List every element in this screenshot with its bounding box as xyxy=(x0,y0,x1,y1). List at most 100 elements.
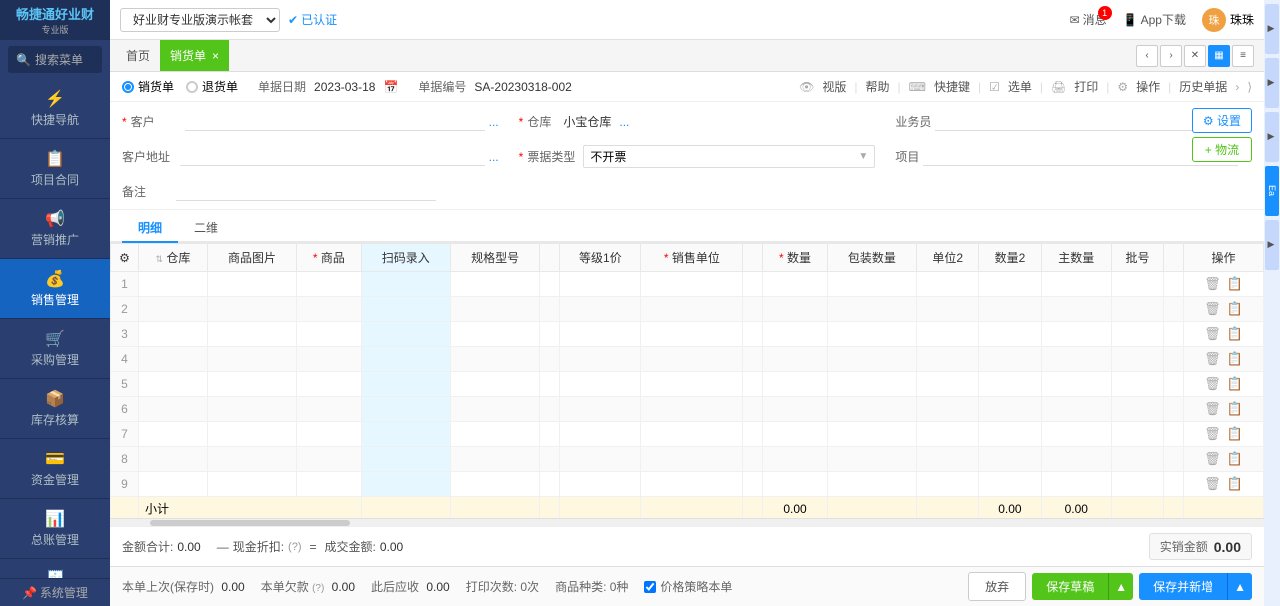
cell-qty2[interactable] xyxy=(979,447,1041,472)
row-delete-btn[interactable]: 🗑 xyxy=(1203,425,1222,443)
row-delete-btn[interactable]: 🗑 xyxy=(1203,450,1222,468)
cell-product[interactable] xyxy=(297,472,361,497)
project-input[interactable] xyxy=(923,147,1238,166)
cell-pkg-qty[interactable] xyxy=(827,472,916,497)
cell-spec[interactable] xyxy=(450,397,539,422)
row-delete-btn[interactable]: 🗑 xyxy=(1203,300,1222,318)
cell-scan[interactable] xyxy=(361,447,450,472)
cell-price[interactable] xyxy=(560,372,641,397)
cell-scan[interactable] xyxy=(361,372,450,397)
address-input[interactable] xyxy=(180,147,485,166)
row-delete-btn[interactable]: 🗑 xyxy=(1203,275,1222,293)
cell-price[interactable] xyxy=(560,347,641,372)
cell-main-qty[interactable] xyxy=(1041,272,1112,297)
cell-spec[interactable] xyxy=(450,272,539,297)
cell-main-qty[interactable] xyxy=(1041,322,1112,347)
cell-spec[interactable] xyxy=(450,472,539,497)
cell-spec[interactable] xyxy=(450,297,539,322)
cell-scan[interactable] xyxy=(361,347,450,372)
cell-warehouse[interactable] xyxy=(139,272,208,297)
row-copy-btn[interactable]: 📋 xyxy=(1226,325,1244,343)
tab-sales-order[interactable]: 销货单 × xyxy=(160,40,229,71)
cell-batch[interactable] xyxy=(1112,472,1164,497)
cell-pkg-qty[interactable] xyxy=(827,372,916,397)
row-delete-btn[interactable]: 🗑 xyxy=(1203,400,1222,418)
company-selector[interactable]: 好业财专业版演示帐套 xyxy=(120,8,280,32)
radio-return[interactable]: 退货单 xyxy=(186,78,238,95)
cell-qty[interactable] xyxy=(763,322,827,347)
cell-warehouse[interactable] xyxy=(139,472,208,497)
cell-qty[interactable] xyxy=(763,397,827,422)
row-copy-btn[interactable]: 📋 xyxy=(1226,450,1244,468)
cell-qty2[interactable] xyxy=(979,472,1041,497)
price-check-checkbox[interactable] xyxy=(644,581,656,593)
cell-scan[interactable] xyxy=(361,397,450,422)
cell-warehouse[interactable] xyxy=(139,447,208,472)
cell-unit[interactable] xyxy=(641,272,743,297)
cell-warehouse[interactable] xyxy=(139,347,208,372)
cell-warehouse[interactable] xyxy=(139,322,208,347)
sidebar-bottom[interactable]: 📌 系统管理 xyxy=(0,578,110,606)
customer-dots[interactable]: ... xyxy=(489,115,499,129)
tab-prev-btn[interactable]: ‹ xyxy=(1136,45,1158,67)
cell-unit[interactable] xyxy=(641,422,743,447)
tab-detail-ertai[interactable]: 二维 xyxy=(178,214,234,241)
cell-scan[interactable] xyxy=(361,472,450,497)
cell-warehouse[interactable] xyxy=(139,372,208,397)
right-panel-btn-1[interactable]: ▶ xyxy=(1265,4,1279,54)
tab-grid-btn[interactable]: ▦ xyxy=(1208,45,1230,67)
right-panel-btn-active[interactable]: Ea xyxy=(1265,166,1279,216)
cell-spec[interactable] xyxy=(450,422,539,447)
customer-input[interactable] xyxy=(185,112,485,131)
th-settings[interactable]: ⚙ xyxy=(111,244,139,272)
cell-product[interactable] xyxy=(297,447,361,472)
cell-batch[interactable] xyxy=(1112,397,1164,422)
remark-input[interactable] xyxy=(176,182,436,201)
cell-pkg-qty[interactable] xyxy=(827,322,916,347)
cell-batch[interactable] xyxy=(1112,372,1164,397)
cell-main-qty[interactable] xyxy=(1041,422,1112,447)
cell-batch[interactable] xyxy=(1112,347,1164,372)
cell-qty2[interactable] xyxy=(979,272,1041,297)
cell-spec[interactable] xyxy=(450,347,539,372)
operate-btn[interactable]: 操作 xyxy=(1136,78,1160,95)
cell-unit[interactable] xyxy=(641,322,743,347)
cell-product[interactable] xyxy=(297,347,361,372)
cell-price[interactable] xyxy=(560,447,641,472)
cell-price[interactable] xyxy=(560,272,641,297)
cell-main-qty[interactable] xyxy=(1041,347,1112,372)
cell-qty2[interactable] xyxy=(979,347,1041,372)
cell-product[interactable] xyxy=(297,422,361,447)
cell-main-qty[interactable] xyxy=(1041,372,1112,397)
ticket-select[interactable]: 不开票 ▼ xyxy=(583,145,875,168)
cell-product[interactable] xyxy=(297,372,361,397)
sidebar-search-container[interactable]: 🔍 搜索菜单 xyxy=(0,40,110,79)
cell-qty[interactable] xyxy=(763,347,827,372)
cell-main-qty[interactable] xyxy=(1041,447,1112,472)
cell-product[interactable] xyxy=(297,397,361,422)
cell-product[interactable] xyxy=(297,322,361,347)
address-dots[interactable]: ... xyxy=(489,150,499,164)
settings-btn[interactable]: ⚙ 设置 xyxy=(1192,108,1252,133)
sidebar-item-quick[interactable]: ⚡ 快捷导航 xyxy=(0,79,110,139)
cell-scan[interactable] xyxy=(361,322,450,347)
cell-qty[interactable] xyxy=(763,272,827,297)
row-delete-btn[interactable]: 🗑 xyxy=(1203,375,1222,393)
cell-spec[interactable] xyxy=(450,447,539,472)
app-download-btn[interactable]: 📱 App下载 xyxy=(1123,11,1186,28)
cell-price[interactable] xyxy=(560,472,641,497)
help-btn[interactable]: 帮助 xyxy=(866,78,890,95)
sidebar-item-invoice[interactable]: 🧾 发票管理 xyxy=(0,559,110,578)
tab-list-btn[interactable]: ≡ xyxy=(1232,45,1254,67)
sidebar-item-marketing[interactable]: 📢 营销推广 xyxy=(0,199,110,259)
message-btn[interactable]: ✉ 消息 1 xyxy=(1070,11,1107,28)
cell-warehouse[interactable] xyxy=(139,422,208,447)
print-btn[interactable]: 打印 xyxy=(1074,78,1098,95)
cell-scan[interactable] xyxy=(361,297,450,322)
cell-pkg-qty[interactable] xyxy=(827,422,916,447)
cell-price[interactable] xyxy=(560,297,641,322)
cell-unit[interactable] xyxy=(641,472,743,497)
cell-pkg-qty[interactable] xyxy=(827,397,916,422)
cell-scan[interactable] xyxy=(361,272,450,297)
save-new-arrow-btn[interactable]: ▲ xyxy=(1227,573,1252,600)
